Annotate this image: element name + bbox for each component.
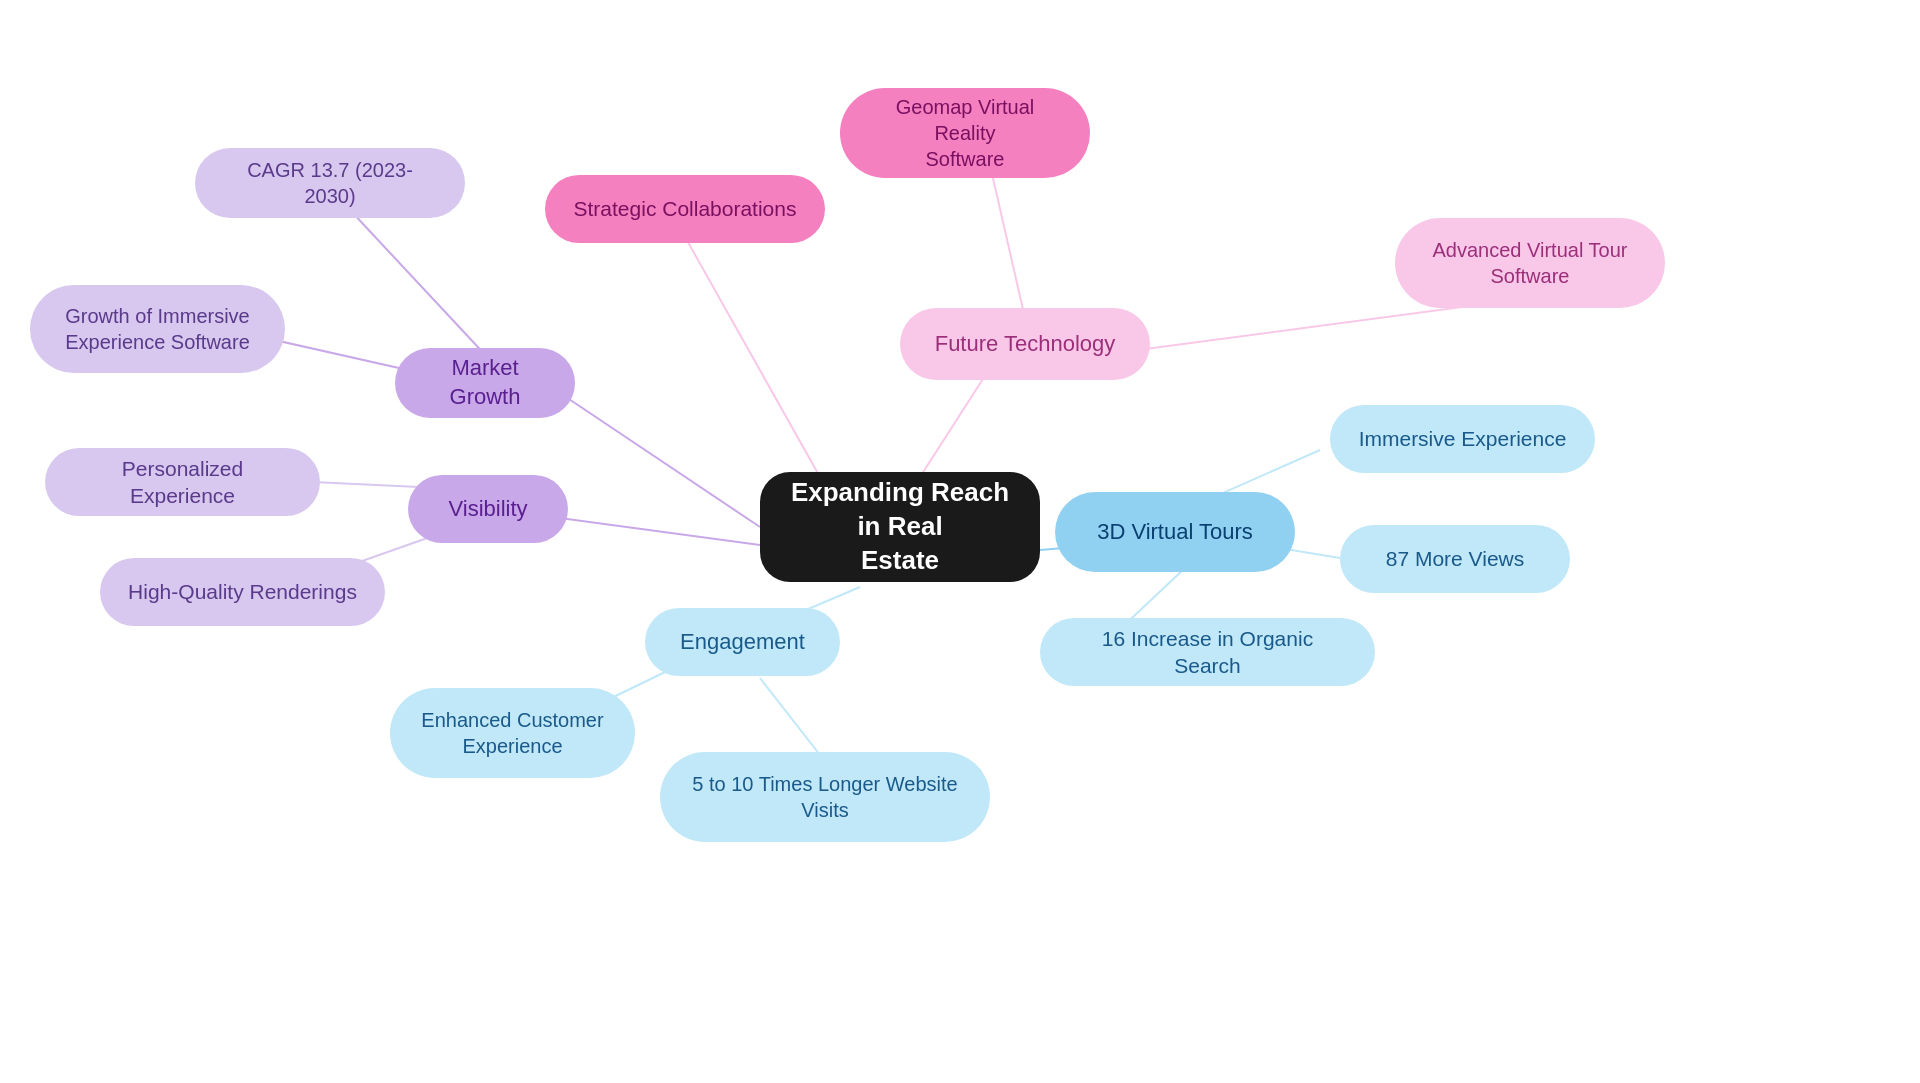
high-quality-node: High-Quality Renderings — [100, 558, 385, 626]
organic-search-node: 16 Increase in Organic Search — [1040, 618, 1375, 686]
more-views-node: 87 More Views — [1340, 525, 1570, 593]
enhanced-node: Enhanced Customer Experience — [390, 688, 635, 778]
svg-line-3 — [680, 228, 820, 477]
geomap-node: Geomap Virtual Reality Software — [840, 88, 1090, 178]
strategic-node: Strategic Collaborations — [545, 175, 825, 243]
growth-immersive-node: Growth of Immersive Experience Software — [30, 285, 285, 373]
svg-line-4 — [920, 368, 990, 477]
virtual-tours-node: 3D Virtual Tours — [1055, 492, 1295, 572]
market-growth-node: Market Growth — [395, 348, 575, 418]
immersive-exp-node: Immersive Experience — [1330, 405, 1595, 473]
svg-line-1 — [350, 210, 490, 360]
future-tech-node: Future Technology — [900, 308, 1150, 380]
center-node: Expanding Reach in Real Estate — [760, 472, 1040, 582]
advanced-tour-node: Advanced Virtual Tour Software — [1395, 218, 1665, 308]
personalized-node: Personalized Experience — [45, 448, 320, 516]
visibility-node: Visibility — [408, 475, 568, 543]
svg-line-0 — [548, 385, 760, 527]
cagr-node: CAGR 13.7 (2023-2030) — [195, 148, 465, 218]
engagement-node: Engagement — [645, 608, 840, 676]
longer-visits-node: 5 to 10 Times Longer Website Visits — [660, 752, 990, 842]
svg-line-12 — [760, 678, 820, 755]
